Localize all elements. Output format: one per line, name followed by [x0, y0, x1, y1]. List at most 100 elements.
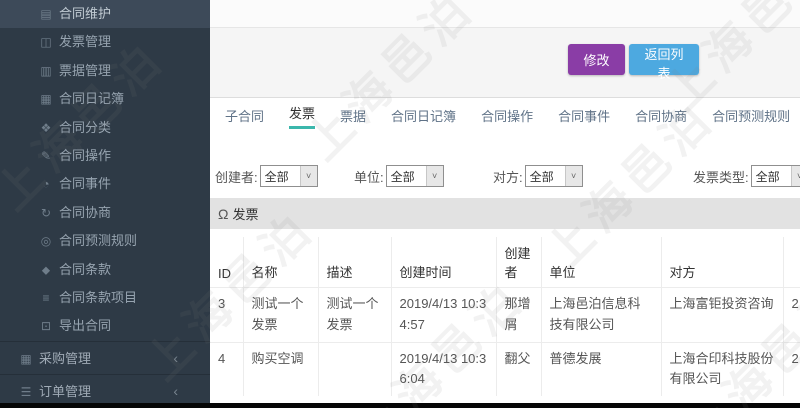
table-header-row: ID 名称 描述 创建时间 创建者 单位 对方 — [210, 237, 800, 288]
chevron-down-icon: ˅ — [425, 166, 443, 186]
filter-creator-select[interactable]: 全部 ˅ — [259, 165, 318, 187]
filter-unit-select[interactable]: 全部 ˅ — [385, 165, 444, 187]
tab-invoice[interactable]: 发票 — [289, 103, 316, 129]
tab-contract-operation[interactable]: 合同操作 — [481, 106, 533, 127]
col-desc: 描述 — [317, 237, 392, 288]
invoice-table: ID 名称 描述 创建时间 创建者 单位 对方 3 测试一个发票 测试一个发票 — [210, 237, 800, 397]
sidebar-item-contract-term-items[interactable]: ≡ 合同条款项目 — [0, 284, 210, 312]
invoice-person-icon: Ω — [218, 205, 229, 222]
invoice-table-wrap: ID 名称 描述 创建时间 创建者 单位 对方 3 测试一个发票 测试一个发票 — [210, 237, 800, 397]
col-counterparty: 对方 — [660, 237, 784, 288]
tab-contract-event[interactable]: 合同事件 — [558, 106, 610, 127]
cell-created: 2019/4/13 10:34:57 — [390, 287, 497, 343]
tab-bill[interactable]: 票据 — [340, 106, 366, 127]
sidebar-item-label: 票据管理 — [59, 62, 112, 78]
sidebar-item-contract-maintenance[interactable]: ▤ 合同维护 — [0, 0, 210, 29]
sidebar-item-contract-operation[interactable]: ✎ 合同操作 — [0, 142, 210, 170]
section-header: Ω 发票 — [210, 198, 800, 229]
invoice-management-icon: ◫ — [40, 35, 52, 50]
detail-card: 子合同 发票 票据 合同日记簿 合同操作 合同事件 合同协商 合同预测规则 合同… — [210, 97, 800, 403]
sidebar-item-contract-negotiation[interactable]: ↻ 合同协商 — [0, 199, 210, 227]
sidebar: ▤ 合同维护 ◫ 发票管理 ▥ 票据管理 ▦ 合同日记簿 ❖ 合同分类 ✎ 合同操作 ◔ 合同… — [0, 0, 210, 403]
sidebar-item-contract-category[interactable]: ❖ 合同分类 — [0, 114, 210, 142]
edit-button[interactable]: 修改 — [568, 44, 625, 75]
filter-counterparty-label: 对方: — [493, 169, 523, 185]
cell-creator: 那增屑 — [495, 287, 542, 343]
col-id: ID — [210, 237, 244, 288]
contract-event-icon: ◔ — [42, 177, 50, 192]
contract-maintenance-icon: ▤ — [40, 7, 52, 21]
sidebar-group-label: 采购管理 — [39, 350, 92, 366]
filter-unit: 单位: 全部 ˅ — [354, 165, 493, 187]
filter-creator-label: 创建者: — [215, 169, 258, 185]
contract-terms-icon: ⬥ — [41, 262, 51, 277]
export-contract-icon: ⊡ — [40, 319, 52, 334]
filter-invoice-type: 发票类型: 全部 ˅ — [693, 165, 800, 187]
cell-id: 3 — [210, 287, 244, 343]
tab-contract-negotiation[interactable]: 合同协商 — [635, 106, 687, 127]
bottom-bar — [0, 403, 800, 408]
filter-counterparty: 对方: 全部 ˅ — [493, 165, 632, 187]
filter-invoice-type-select[interactable]: 全部 ˅ — [750, 165, 800, 187]
chevron-down-icon: ˅ — [564, 166, 582, 186]
cell-counterparty: 上海富钜投资咨询 — [660, 287, 784, 343]
main-content: 修改 返回列表 子合同 发票 票据 合同日记簿 合同操作 合同事件 合同协商 合… — [210, 0, 800, 403]
filter-creator-value: 全部 — [264, 169, 289, 184]
sidebar-item-invoice-management[interactable]: ◫ 发票管理 — [0, 28, 210, 56]
sidebar-group-order-management[interactable]: ☰ 订单管理 ‹ — [0, 373, 210, 403]
cell-unit: 普德发展 — [540, 341, 662, 397]
bill-management-icon: ▥ — [40, 63, 52, 78]
sidebar-item-contract-forecast-rule[interactable]: ◎ 合同预测规则 — [0, 227, 210, 255]
sidebar-item-label: 合同条款项目 — [59, 289, 138, 305]
purchase-management-icon: ▦ — [20, 351, 32, 366]
contract-operation-icon: ✎ — [40, 148, 52, 163]
sidebar-item-bill-management[interactable]: ▥ 票据管理 — [0, 57, 210, 85]
filter-counterparty-select[interactable]: 全部 ˅ — [524, 165, 583, 187]
contract-journal-icon: ▦ — [40, 92, 52, 107]
sidebar-item-label: 合同条款 — [59, 261, 112, 277]
cell-creator: 翻父 — [495, 341, 542, 397]
tab-contract-journal[interactable]: 合同日记簿 — [391, 106, 456, 127]
sidebar-item-contract-event[interactable]: ◔ 合同事件 — [0, 170, 210, 198]
cell-desc — [317, 341, 392, 397]
sidebar-group-purchase-management[interactable]: ▦ 采购管理 ‹ — [0, 340, 210, 374]
chevron-left-icon: ‹ — [173, 382, 178, 399]
tab-subcontract[interactable]: 子合同 — [225, 106, 264, 127]
filter-invoice-type-label: 发票类型: — [693, 169, 749, 185]
toolbar: 修改 返回列表 — [210, 44, 800, 81]
back-to-list-button[interactable]: 返回列表 — [629, 44, 699, 81]
sidebar-item-label: 合同协商 — [59, 204, 112, 220]
sidebar-group-label: 订单管理 — [39, 383, 92, 399]
cell-counterparty: 上海合印科技股份有限公司 — [660, 341, 784, 397]
cell-clipped: 2 ( — [782, 341, 800, 397]
tab-contract-forecast-rule[interactable]: 合同预测规则 — [712, 106, 790, 127]
cell-created: 2019/4/13 10:36:04 — [390, 341, 497, 397]
sidebar-item-label: 合同预测规则 — [59, 233, 138, 249]
col-name: 名称 — [242, 237, 319, 288]
cell-name: 测试一个发票 — [242, 287, 319, 343]
sidebar-item-contract-terms[interactable]: ⬥ 合同条款 — [0, 256, 210, 284]
filter-creator: 创建者: 全部 ˅ — [215, 165, 354, 187]
sidebar-item-contract-journal[interactable]: ▦ 合同日记簿 — [0, 85, 210, 113]
filter-counterparty-value: 全部 — [529, 169, 554, 184]
chevron-left-icon: ‹ — [173, 349, 178, 366]
table-row[interactable]: 4 购买空调 2019/4/13 10:36:04 翻父 普德发展 上海合印科技… — [210, 341, 800, 397]
section-title: 发票 — [232, 207, 259, 222]
filter-row: 创建者: 全部 ˅ 单位: 全部 ˅ 对方: 全部 ˅ 发票类型: 全部 ˅ — [210, 134, 800, 194]
col-creator: 创建者 — [495, 237, 542, 288]
filter-unit-label: 单位: — [354, 169, 384, 185]
chevron-down-icon: ˅ — [790, 166, 800, 186]
cell-desc: 测试一个发票 — [317, 287, 392, 343]
cell-name: 购买空调 — [242, 341, 319, 397]
contract-term-items-icon: ≡ — [42, 290, 50, 305]
col-unit: 单位 — [540, 237, 662, 288]
filter-unit-value: 全部 — [390, 169, 415, 184]
sidebar-item-label: 合同事件 — [59, 176, 112, 192]
table-row[interactable]: 3 测试一个发票 测试一个发票 2019/4/13 10:34:57 那增屑 上… — [210, 287, 800, 343]
sidebar-item-label: 合同分类 — [59, 119, 112, 135]
col-created: 创建时间 — [390, 237, 497, 288]
cell-clipped: 2 ( — [782, 287, 800, 343]
sidebar-item-label: 导出合同 — [59, 318, 112, 334]
col-clipped — [782, 237, 800, 288]
sidebar-item-export-contract[interactable]: ⊡ 导出合同 — [0, 312, 210, 340]
